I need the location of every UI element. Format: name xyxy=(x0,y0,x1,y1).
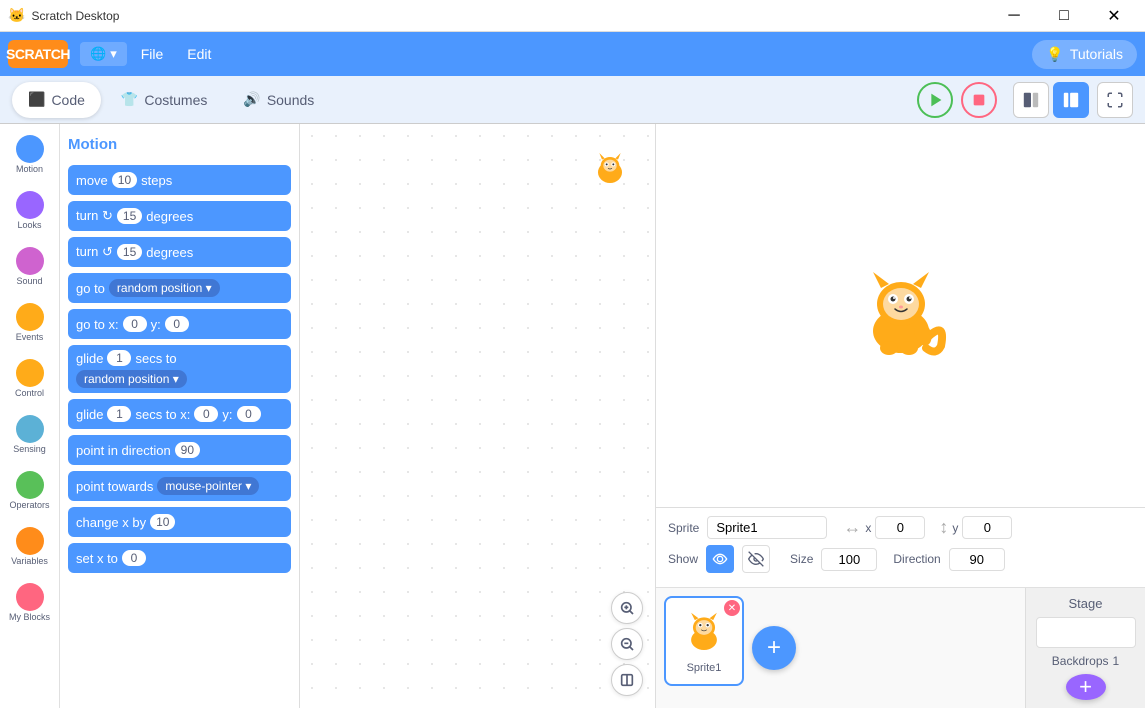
backdrops-label: Backdrops xyxy=(1052,654,1109,668)
tab-bar: ⬛ Code 👕 Costumes 🔊 Sounds xyxy=(0,76,1145,124)
zoom-in-button[interactable] xyxy=(611,592,643,624)
block-set-x[interactable]: set x to 0 xyxy=(68,543,291,573)
add-backdrop-button[interactable]: + xyxy=(1066,674,1106,700)
lang-dropdown-arrow: ▾ xyxy=(110,46,117,62)
app-icon: 🐱 xyxy=(8,7,25,24)
menubar: SCRATCH 🌐 ▾ File Edit 💡 Tutorials xyxy=(0,32,1145,76)
scratch-logo: SCRATCH xyxy=(8,40,68,68)
x-label: x xyxy=(865,521,871,535)
category-sensing[interactable]: Sensing xyxy=(3,408,57,462)
size-input[interactable] xyxy=(821,548,877,571)
stop-button[interactable] xyxy=(961,82,997,118)
layout-view-1[interactable] xyxy=(1013,82,1049,118)
scripting-area[interactable] xyxy=(300,124,655,708)
bottom-panel: ✕ xyxy=(656,588,1145,708)
sprite-list: ✕ xyxy=(656,588,1025,708)
block-glide-to[interactable]: glide 1 secs to random position ▾ xyxy=(68,345,291,393)
sprite-delete-button[interactable]: ✕ xyxy=(724,600,740,616)
sprite-info-row-2: Show Size Direction xyxy=(668,545,1133,573)
titlebar: 🐱 Scratch Desktop ─ □ ✕ xyxy=(0,0,1145,32)
block-goto[interactable]: go to random position ▾ xyxy=(68,273,291,303)
direction-label: Direction xyxy=(893,552,940,566)
script-sprite-thumbnail xyxy=(585,144,635,194)
globe-icon: 🌐 xyxy=(90,46,106,62)
fullscreen-button[interactable] xyxy=(1097,82,1133,118)
block-point-towards[interactable]: point towards mouse-pointer ▾ xyxy=(68,471,291,501)
sound-icon: 🔊 xyxy=(243,91,260,108)
window-controls: ─ □ ✕ xyxy=(991,0,1137,32)
code-icon: ⬛ xyxy=(28,91,45,108)
block-change-x[interactable]: change x by 10 xyxy=(68,507,291,537)
stage-cat-sprite xyxy=(851,266,951,366)
block-goto-xy[interactable]: go to x: 0 y: 0 xyxy=(68,309,291,339)
y-coord-input[interactable] xyxy=(962,516,1012,539)
zoom-fit-button[interactable] xyxy=(611,664,643,696)
y-label: y xyxy=(952,521,958,535)
category-myblocks[interactable]: My Blocks xyxy=(3,576,57,630)
close-button[interactable]: ✕ xyxy=(1091,0,1137,32)
sprite-card-sprite1[interactable]: ✕ xyxy=(664,596,744,686)
blocks-title: Motion xyxy=(68,132,291,157)
lightbulb-icon: 💡 xyxy=(1046,46,1063,63)
show-label: Show xyxy=(668,552,698,566)
show-visible-button[interactable] xyxy=(706,545,734,573)
edit-menu[interactable]: Edit xyxy=(177,42,221,66)
add-sprite-button[interactable]: + xyxy=(752,626,796,670)
stage-label: Stage xyxy=(1069,596,1103,611)
language-button[interactable]: 🌐 ▾ xyxy=(80,42,127,66)
sprite-name-input[interactable] xyxy=(707,516,827,539)
zoom-out-button[interactable] xyxy=(611,628,643,660)
coord-x-group: ↔ x xyxy=(843,516,925,539)
stage-view xyxy=(656,124,1145,508)
sprite-card-name: Sprite1 xyxy=(687,662,722,674)
block-move-steps[interactable]: move 10 steps xyxy=(68,165,291,195)
category-operators[interactable]: Operators xyxy=(3,464,57,518)
play-controls xyxy=(917,82,1133,118)
category-control[interactable]: Control xyxy=(3,352,57,406)
file-menu[interactable]: File xyxy=(131,42,174,66)
category-events[interactable]: Events xyxy=(3,296,57,350)
show-hidden-button[interactable] xyxy=(742,545,770,573)
block-turn-ccw[interactable]: turn ↺ 15 degrees xyxy=(68,237,291,267)
category-variables[interactable]: Variables xyxy=(3,520,57,574)
block-point-dir[interactable]: point in direction 90 xyxy=(68,435,291,465)
sprite-label: Sprite xyxy=(668,521,699,535)
stage-thumbnail xyxy=(1036,617,1136,648)
tab-code[interactable]: ⬛ Code xyxy=(12,82,101,118)
block-categories: Motion Looks Sound Events Control Sensin… xyxy=(0,124,60,708)
x-coord-input[interactable] xyxy=(875,516,925,539)
right-panel: Sprite ↔ x ↕ y Show xyxy=(655,124,1145,708)
sprite-card-image xyxy=(679,608,729,658)
size-label: Size xyxy=(790,552,813,566)
backdrops-count: 1 xyxy=(1113,654,1120,668)
blocks-panel: Motion move 10 steps turn ↻ 15 degrees t… xyxy=(60,124,300,708)
maximize-button[interactable]: □ xyxy=(1041,0,1087,32)
category-looks[interactable]: Looks xyxy=(3,184,57,238)
minimize-button[interactable]: ─ xyxy=(991,0,1037,32)
arrows-icon: ↔ xyxy=(843,517,861,538)
direction-input[interactable] xyxy=(949,548,1005,571)
sprite-info-bar: Sprite ↔ x ↕ y Show xyxy=(656,508,1145,588)
zoom-controls xyxy=(611,592,643,696)
green-flag-button[interactable] xyxy=(917,82,953,118)
view-buttons xyxy=(1013,82,1089,118)
costume-icon: 👕 xyxy=(121,91,138,108)
coord-y-group: ↕ y xyxy=(939,516,1012,539)
updown-icon: ↕ xyxy=(939,517,948,538)
layout-view-2[interactable] xyxy=(1053,82,1089,118)
main-content: Motion Looks Sound Events Control Sensin… xyxy=(0,124,1145,708)
stage-panel: Stage Backdrops 1 + xyxy=(1025,588,1145,708)
tab-sounds[interactable]: 🔊 Sounds xyxy=(227,82,330,118)
category-motion[interactable]: Motion xyxy=(3,128,57,182)
backdrops-info: Backdrops 1 xyxy=(1052,654,1119,668)
block-glide-xy[interactable]: glide 1 secs to x: 0 y: 0 xyxy=(68,399,291,429)
titlebar-title: Scratch Desktop xyxy=(31,9,991,23)
block-turn-cw[interactable]: turn ↻ 15 degrees xyxy=(68,201,291,231)
category-sound[interactable]: Sound xyxy=(3,240,57,294)
sprite-info-row-1: Sprite ↔ x ↕ y xyxy=(668,516,1133,539)
tutorials-button[interactable]: 💡 Tutorials xyxy=(1032,40,1137,69)
tab-costumes[interactable]: 👕 Costumes xyxy=(105,82,223,118)
